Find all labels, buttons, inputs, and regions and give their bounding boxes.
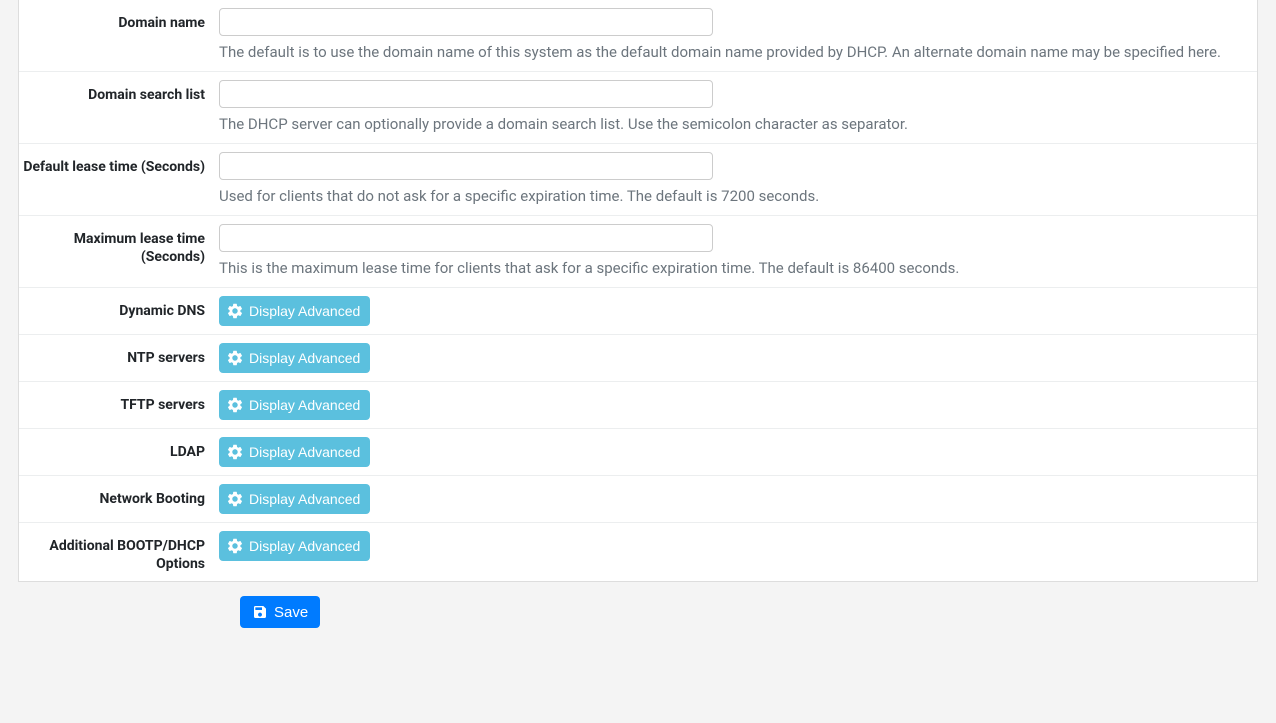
- maximum-lease-time-row: Maximum lease time (Seconds) This is the…: [19, 216, 1257, 288]
- ldap-row: LDAP Display Advanced: [19, 429, 1257, 476]
- button-label: Display Advanced: [249, 304, 360, 318]
- gear-icon: [226, 443, 244, 461]
- dynamic-dns-label: Dynamic DNS: [19, 296, 219, 320]
- ntp-servers-advanced-button[interactable]: Display Advanced: [219, 343, 370, 373]
- gear-icon: [226, 490, 244, 508]
- save-icon: [252, 604, 268, 620]
- dynamic-dns-advanced-button[interactable]: Display Advanced: [219, 296, 370, 326]
- domain-name-help: The default is to use the domain name of…: [219, 42, 1247, 63]
- gear-icon: [226, 349, 244, 367]
- ldap-label: LDAP: [19, 437, 219, 461]
- domain-name-input[interactable]: [219, 8, 713, 36]
- button-label: Save: [274, 605, 308, 620]
- domain-search-list-help: The DHCP server can optionally provide a…: [219, 114, 1247, 135]
- gear-icon: [226, 302, 244, 320]
- maximum-lease-time-help: This is the maximum lease time for clien…: [219, 258, 1247, 279]
- tftp-servers-row: TFTP servers Display Advanced: [19, 382, 1257, 429]
- network-booting-row: Network Booting Display Advanced: [19, 476, 1257, 523]
- button-label: Display Advanced: [249, 398, 360, 412]
- dynamic-dns-row: Dynamic DNS Display Advanced: [19, 288, 1257, 335]
- dhcp-settings-panel: Domain name The default is to use the do…: [18, 0, 1258, 582]
- domain-search-list-input[interactable]: [219, 80, 713, 108]
- ntp-servers-row: NTP servers Display Advanced: [19, 335, 1257, 382]
- gear-icon: [226, 396, 244, 414]
- domain-search-list-row: Domain search list The DHCP server can o…: [19, 72, 1257, 144]
- bootp-dhcp-options-row: Additional BOOTP/DHCP Options Display Ad…: [19, 523, 1257, 581]
- maximum-lease-time-label: Maximum lease time (Seconds): [19, 224, 219, 266]
- tftp-servers-label: TFTP servers: [19, 390, 219, 414]
- default-lease-time-row: Default lease time (Seconds) Used for cl…: [19, 144, 1257, 216]
- save-row: Save: [18, 596, 1258, 628]
- button-label: Display Advanced: [249, 351, 360, 365]
- network-booting-label: Network Booting: [19, 484, 219, 508]
- ntp-servers-label: NTP servers: [19, 343, 219, 367]
- default-lease-time-help: Used for clients that do not ask for a s…: [219, 186, 1247, 207]
- button-label: Display Advanced: [249, 539, 360, 553]
- save-button[interactable]: Save: [240, 596, 320, 628]
- domain-name-label: Domain name: [19, 8, 219, 32]
- default-lease-time-input[interactable]: [219, 152, 713, 180]
- domain-search-list-label: Domain search list: [19, 80, 219, 104]
- button-label: Display Advanced: [249, 445, 360, 459]
- bootp-dhcp-options-advanced-button[interactable]: Display Advanced: [219, 531, 370, 561]
- bootp-dhcp-options-label: Additional BOOTP/DHCP Options: [19, 531, 219, 573]
- default-lease-time-label: Default lease time (Seconds): [19, 152, 219, 176]
- network-booting-advanced-button[interactable]: Display Advanced: [219, 484, 370, 514]
- tftp-servers-advanced-button[interactable]: Display Advanced: [219, 390, 370, 420]
- ldap-advanced-button[interactable]: Display Advanced: [219, 437, 370, 467]
- gear-icon: [226, 537, 244, 555]
- domain-name-row: Domain name The default is to use the do…: [19, 0, 1257, 72]
- button-label: Display Advanced: [249, 492, 360, 506]
- maximum-lease-time-input[interactable]: [219, 224, 713, 252]
